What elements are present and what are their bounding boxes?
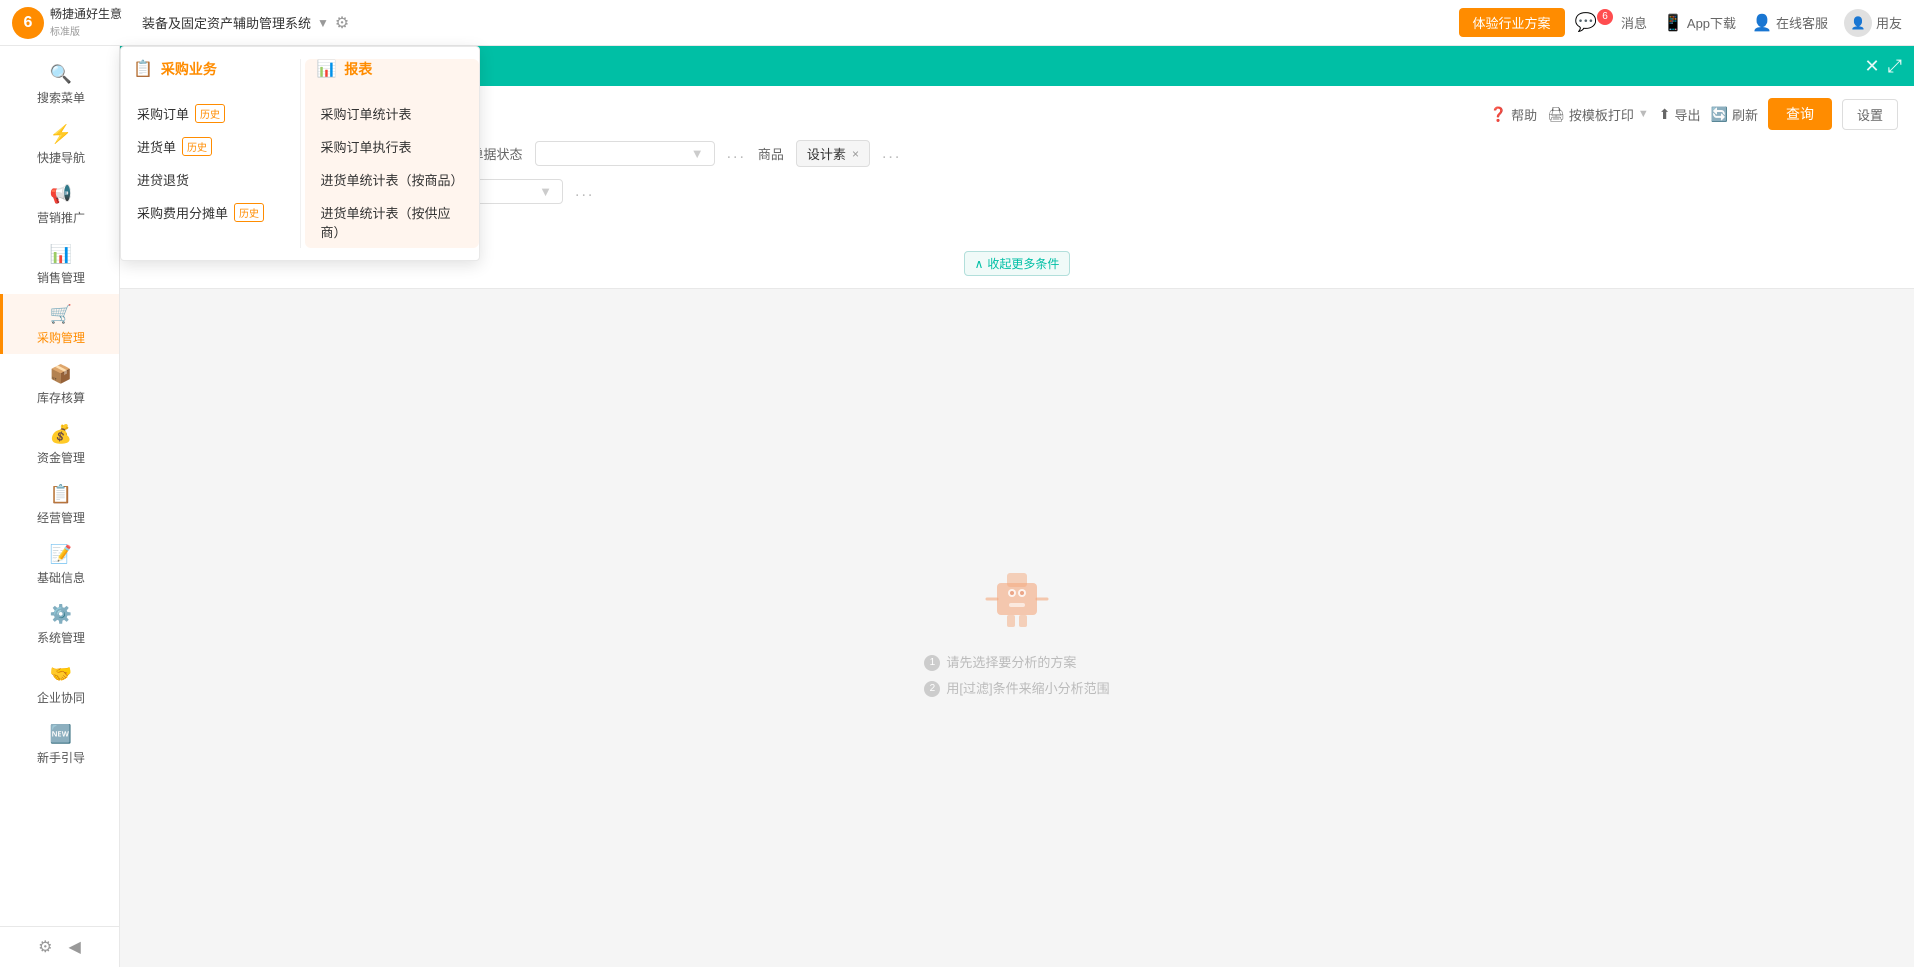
tab-bar-right: ✕ ⤢: [1865, 56, 1914, 77]
dropdown-purchase-expense[interactable]: 采购费用分摊单 历史: [133, 196, 284, 229]
user-avatar: 👤: [1844, 9, 1872, 37]
sidebar-item-guide[interactable]: 🆕 新手引导: [0, 714, 119, 774]
collapse-btn[interactable]: ∧ 收起更多条件: [964, 251, 1071, 276]
dropdown-inbound-stat-supplier[interactable]: 进货单统计表（按供应商）: [317, 196, 468, 248]
system-settings-icon[interactable]: ⚙: [335, 13, 349, 33]
sidebar-item-inventory[interactable]: 📦 库存核算: [0, 354, 119, 414]
goods-label: 商品: [758, 144, 784, 163]
finance-icon: 💰: [50, 424, 72, 445]
collapse-up-icon: ∧: [975, 257, 984, 271]
print-btn[interactable]: 🖨 按模板打印 ▼: [1547, 105, 1649, 124]
search-icon: 🔍: [50, 64, 72, 85]
refresh-icon: 🔄: [1711, 106, 1728, 123]
system-title: 装备及固定资产辅助管理系统 ▼ ⚙: [142, 13, 1449, 33]
dropdown-inbound-return[interactable]: 进贷退货: [133, 163, 284, 196]
sidebar-item-sales[interactable]: 📊 销售管理: [0, 234, 119, 294]
quick-icon: ⚡: [50, 124, 72, 145]
sidebar-settings-icon[interactable]: ⚙: [38, 937, 52, 957]
query-btn[interactable]: 查询: [1768, 98, 1832, 130]
export-btn[interactable]: ⬆ 导出: [1659, 105, 1701, 124]
tab-close-window-btn[interactable]: ✕: [1865, 56, 1880, 77]
purchase-business-col: 📋 采购业务 采购订单 历史 进货单 历史 进贷退货 采购费用分摊单 历史: [121, 59, 296, 248]
hist-badge-0: 历史: [195, 104, 225, 123]
sidebar-item-operations[interactable]: 📋 经营管理: [0, 474, 119, 534]
notification-badge: 6: [1597, 9, 1613, 25]
hist-badge-3: 历史: [234, 203, 264, 222]
purchase-business-title: 📋 采购业务: [133, 59, 284, 85]
help-btn[interactable]: ❓ 帮助: [1490, 105, 1537, 124]
goods-dots[interactable]: ...: [882, 145, 901, 163]
dropdown-inbound[interactable]: 进货单 历史: [133, 130, 284, 163]
sidebar: 🔍 搜索菜单 ⚡ 快捷导航 📢 营销推广 📊 销售管理 🛒 采购管理 📦 库存核…: [0, 46, 120, 967]
settings-btn[interactable]: 设置: [1842, 99, 1898, 130]
empty-hint-2: 2 用[过滤]条件来缩小分析范围: [924, 676, 1109, 702]
sales-icon: 📊: [50, 244, 72, 265]
sidebar-item-basicinfo[interactable]: 📝 基础信息: [0, 534, 119, 594]
sidebar-item-search[interactable]: 🔍 搜索菜单: [0, 54, 119, 114]
user-area[interactable]: 👤 用友: [1844, 9, 1902, 37]
online-service-btn[interactable]: 👤 在线客服: [1752, 13, 1828, 33]
purchase-icon: 🛒: [50, 304, 72, 325]
sidebar-item-cooperation[interactable]: 🤝 企业协同: [0, 654, 119, 714]
marketing-icon: 📢: [50, 184, 72, 205]
dropdown-purchase-order-exec[interactable]: 采购订单执行表: [317, 130, 468, 163]
notifications-btn[interactable]: 💬 6 消息: [1575, 12, 1647, 33]
header-right: 💬 6 消息 📱 App下载 👤 在线客服 👤 用友: [1575, 9, 1902, 37]
dropdown-purchase-order-stat[interactable]: 采购订单统计表: [317, 97, 468, 130]
logo-icon: 6: [12, 7, 44, 39]
empty-area: 1 请先选择要分析的方案 2 用[过滤]条件来缩小分析范围: [120, 289, 1914, 967]
hint-num-1: 1: [924, 655, 940, 671]
export-icon: ⬆: [1659, 106, 1671, 123]
inventory-icon: 📦: [50, 364, 72, 385]
top-header: 6 畅捷通好生意 标准版 装备及固定资产辅助管理系统 ▼ ⚙ 体验行业方案 💬 …: [0, 0, 1914, 46]
empty-robot-svg: [977, 555, 1057, 635]
sidebar-collapse-icon[interactable]: ◀: [69, 937, 81, 957]
print-icon: 🖨: [1547, 106, 1565, 123]
purchase-dropdown-menu: 📋 采购业务 采购订单 历史 进货单 历史 进贷退货 采购费用分摊单 历史 📊 …: [120, 46, 480, 261]
report-col-title: 📊 报表: [317, 59, 468, 85]
industry-btn[interactable]: 体验行业方案: [1459, 8, 1565, 37]
salesperson-dots[interactable]: ...: [575, 183, 594, 201]
sidebar-item-purchase[interactable]: 🛒 采购管理: [0, 294, 119, 354]
doc-status-select[interactable]: ▼: [535, 141, 715, 166]
help-icon: ❓: [1490, 106, 1507, 123]
logo-area: 6 畅捷通好生意 标准版: [12, 7, 132, 39]
logo-sub: 标准版: [50, 23, 122, 38]
chevron-down-icon: ▼: [691, 146, 704, 161]
purchase-business-icon: 📋: [133, 59, 153, 79]
sidebar-item-marketing[interactable]: 📢 营销推广: [0, 174, 119, 234]
print-dropdown-icon[interactable]: ▼: [1638, 108, 1649, 120]
tab-expand-btn[interactable]: ⤢: [1888, 56, 1902, 77]
dropdown-inbound-stat-goods[interactable]: 进货单统计表（按商品）: [317, 163, 468, 196]
sidebar-bottom: ⚙ ◀: [0, 926, 119, 967]
dropdown-divider: [300, 59, 301, 248]
logo-title: 畅捷通好生意: [50, 7, 122, 23]
sidebar-item-finance[interactable]: 💰 资金管理: [0, 414, 119, 474]
operations-icon: 📋: [50, 484, 72, 505]
salesperson-chevron-down-icon: ▼: [539, 184, 552, 199]
hint-num-2: 2: [924, 681, 940, 697]
goods-tag-remove[interactable]: ×: [852, 147, 859, 161]
report-icon: 📊: [317, 59, 337, 79]
dropdown-arrow-icon[interactable]: ▼: [317, 16, 329, 30]
empty-hint-1: 1 请先选择要分析的方案: [924, 650, 1109, 676]
goods-tag: 设计素 ×: [796, 140, 870, 167]
guide-icon: 🆕: [50, 724, 72, 745]
app-download-btn[interactable]: 📱 App下载: [1663, 13, 1736, 33]
refresh-btn[interactable]: 🔄 刷新: [1711, 105, 1758, 124]
basicinfo-icon: 📝: [50, 544, 72, 565]
doc-status-dots[interactable]: ...: [727, 145, 746, 163]
cooperation-icon: 🤝: [50, 664, 72, 685]
dropdown-purchase-order[interactable]: 采购订单 历史: [133, 97, 284, 130]
sidebar-item-quick[interactable]: ⚡ 快捷导航: [0, 114, 119, 174]
empty-illustration: [977, 555, 1057, 638]
toolbar-right: ❓ 帮助 🖨 按模板打印 ▼ ⬆ 导出 🔄 刷新: [1490, 98, 1898, 130]
empty-hints: 1 请先选择要分析的方案 2 用[过滤]条件来缩小分析范围: [924, 650, 1109, 702]
hist-badge-1: 历史: [182, 137, 212, 156]
sidebar-item-system[interactable]: ⚙️ 系统管理: [0, 594, 119, 654]
system-icon: ⚙️: [50, 604, 72, 625]
report-col: 📊 报表 采购订单统计表 采购订单执行表 进货单统计表（按商品） 进货单统计表（…: [305, 59, 480, 248]
